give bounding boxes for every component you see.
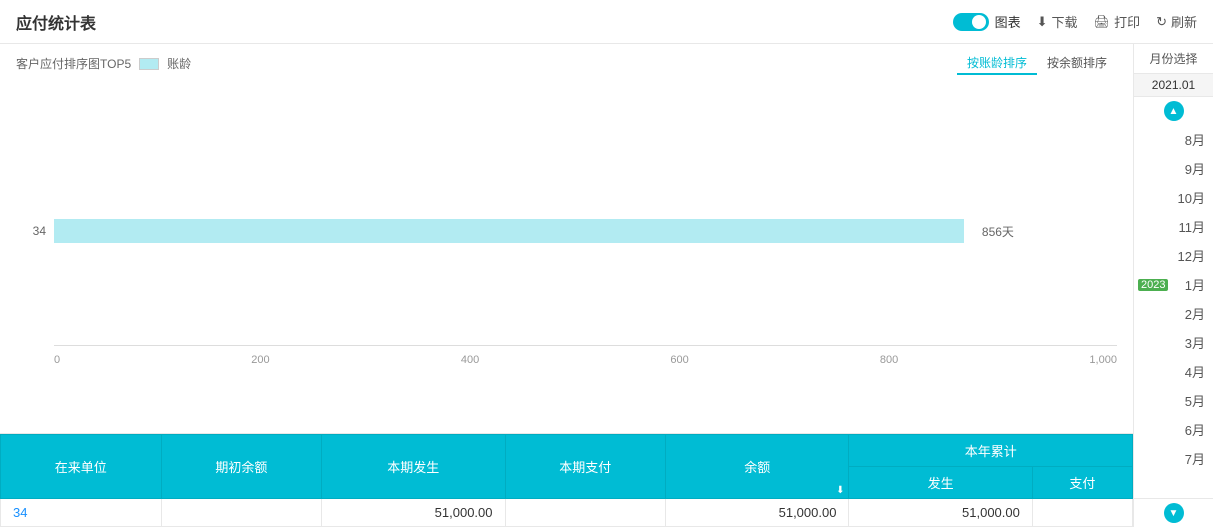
x-axis: 0 200 400 600 800 1,000 <box>16 350 1117 366</box>
bar-chart-inner: 34 856天 0 200 <box>16 91 1117 351</box>
chart-toggle-label: 图表 <box>995 12 1021 31</box>
year-badge-2023: 2023 <box>1138 279 1168 291</box>
bar-row-empty-4 <box>16 181 1117 211</box>
table-row: 34 51,000.00 51,000.00 51,000.00 <box>1 499 1133 527</box>
month-item-7[interactable]: 7月 <box>1134 444 1213 473</box>
th-unit: 在来单位 <box>1 435 162 499</box>
month-item-4[interactable]: 4月 <box>1134 357 1213 386</box>
chart-section: 客户应付排序图TOP5 账龄 按账龄排序 按余额排序 <box>0 44 1133 527</box>
table-header-row: 在来单位 期初余额 本期发生 本期支付 余额 ⬇ 本年累计 <box>1 435 1133 467</box>
print-label: 打印 <box>1114 12 1140 31</box>
x-tick-600: 600 <box>670 354 688 366</box>
refresh-label: 刷新 <box>1171 12 1197 31</box>
td-unit: 34 <box>1 499 162 527</box>
month-item-9[interactable]: 9月 <box>1134 154 1213 183</box>
refresh-button[interactable]: ↻ 刷新 <box>1156 12 1197 31</box>
download-label: 下载 <box>1052 12 1078 31</box>
nav-down-button[interactable]: ▼ <box>1164 503 1184 523</box>
bar-row-empty-7 <box>16 311 1117 341</box>
bar-row-0: 34 856天 <box>16 211 1117 251</box>
sidebar-date[interactable]: 2021.01 <box>1134 74 1213 97</box>
sidebar-header: 月份选择 <box>1134 44 1213 74</box>
sidebar-nav-down: ▼ <box>1134 498 1213 527</box>
bar-label-0: 34 <box>16 224 46 238</box>
td-current-pay <box>505 499 666 527</box>
td-current-occ: 51,000.00 <box>322 499 505 527</box>
sidebar: 月份选择 2021.01 ▲ 8月 9月 10月 11月 12月 2023 1月… <box>1133 44 1213 527</box>
app-container: 应付统计表 图表 ⬇ 下载 🖨 打印 ↻ 刷新 <box>0 0 1213 527</box>
th-balance: 余额 ⬇ <box>666 435 849 499</box>
month-item-3[interactable]: 3月 <box>1134 328 1213 357</box>
td-balance: 51,000.00 <box>666 499 849 527</box>
legend-text: 客户应付排序图TOP5 <box>16 55 131 72</box>
page-title: 应付统计表 <box>16 10 96 34</box>
sort-tab-age[interactable]: 按账龄排序 <box>957 52 1037 75</box>
balance-icon: ⬇ <box>836 485 844 496</box>
x-tick-200: 200 <box>251 354 269 366</box>
table-section: 在来单位 期初余额 本期发生 本期支付 余额 ⬇ 本年累计 <box>0 433 1133 527</box>
td-ytd-pay <box>1032 499 1132 527</box>
sort-tabs: 按账龄排序 按余额排序 <box>957 52 1117 75</box>
th-ytd-occ: 发生 <box>849 467 1032 499</box>
sort-tab-balance[interactable]: 按余额排序 <box>1037 52 1117 75</box>
bar-chart-area: 34 856天 0 200 <box>0 83 1133 433</box>
x-axis-line <box>54 345 1117 346</box>
print-icon: 🖨 <box>1094 14 1111 30</box>
chart-legend: 客户应付排序图TOP5 账龄 <box>16 55 191 72</box>
chart-toggle-container: 图表 <box>953 12 1021 31</box>
download-button[interactable]: ⬇ 下载 <box>1037 12 1078 31</box>
nav-up-button[interactable]: ▲ <box>1164 101 1184 121</box>
x-tick-400: 400 <box>461 354 479 366</box>
x-tick-1000: 1,000 <box>1089 354 1117 366</box>
summary-table: 在来单位 期初余额 本期发生 本期支付 余额 ⬇ 本年累计 <box>0 434 1133 527</box>
x-tick-800: 800 <box>880 354 898 366</box>
month-item-2[interactable]: 2月 <box>1134 299 1213 328</box>
month-item-1[interactable]: 2023 1月 <box>1134 270 1213 299</box>
bar-row-empty-1 <box>16 91 1117 121</box>
th-ytd-pay: 支付 <box>1032 467 1132 499</box>
month-item-12[interactable]: 12月 <box>1134 241 1213 270</box>
bar-row-empty-5 <box>16 251 1117 281</box>
header-actions: 图表 ⬇ 下载 🖨 打印 ↻ 刷新 <box>953 12 1197 31</box>
bar-end-label-0: 856天 <box>982 223 1014 240</box>
month-item-8[interactable]: 8月 <box>1134 125 1213 154</box>
print-button[interactable]: 🖨 打印 <box>1094 12 1141 31</box>
header: 应付统计表 图表 ⬇ 下载 🖨 打印 ↻ 刷新 <box>0 0 1213 44</box>
month-list: 8月 9月 10月 11月 12月 2023 1月 2月 3月 4月 5月 6月… <box>1134 125 1213 498</box>
month-item-5[interactable]: 5月 <box>1134 386 1213 415</box>
bar-row-empty-3 <box>16 151 1117 181</box>
th-ytd: 本年累计 <box>849 435 1133 467</box>
bar-row-empty-2 <box>16 121 1117 151</box>
month-label-1: 1月 <box>1185 275 1205 294</box>
month-item-6[interactable]: 6月 <box>1134 415 1213 444</box>
bar-track-0: 856天 <box>54 219 1117 243</box>
th-opening: 期初余额 <box>161 435 322 499</box>
refresh-icon: ↻ <box>1156 14 1167 30</box>
bar-row-empty-6 <box>16 281 1117 311</box>
th-current-occ: 本期发生 <box>322 435 505 499</box>
unit-link[interactable]: 34 <box>13 505 27 520</box>
legend-item-label: 账龄 <box>167 55 191 72</box>
download-icon: ⬇ <box>1037 14 1048 30</box>
table-wrapper: 在来单位 期初余额 本期发生 本期支付 余额 ⬇ 本年累计 <box>0 434 1133 527</box>
legend-box <box>139 58 159 70</box>
td-opening <box>161 499 322 527</box>
month-item-11[interactable]: 11月 <box>1134 212 1213 241</box>
chart-toggle[interactable] <box>953 13 989 31</box>
x-tick-0: 0 <box>54 354 60 366</box>
td-ytd-occ: 51,000.00 <box>849 499 1032 527</box>
sidebar-nav-up: ▲ <box>1134 97 1213 125</box>
month-item-10[interactable]: 10月 <box>1134 183 1213 212</box>
bar-fill-0: 856天 <box>54 219 964 243</box>
chart-topbar: 客户应付排序图TOP5 账龄 按账龄排序 按余额排序 <box>0 44 1133 83</box>
main-content: 客户应付排序图TOP5 账龄 按账龄排序 按余额排序 <box>0 44 1213 527</box>
th-current-pay: 本期支付 <box>505 435 666 499</box>
